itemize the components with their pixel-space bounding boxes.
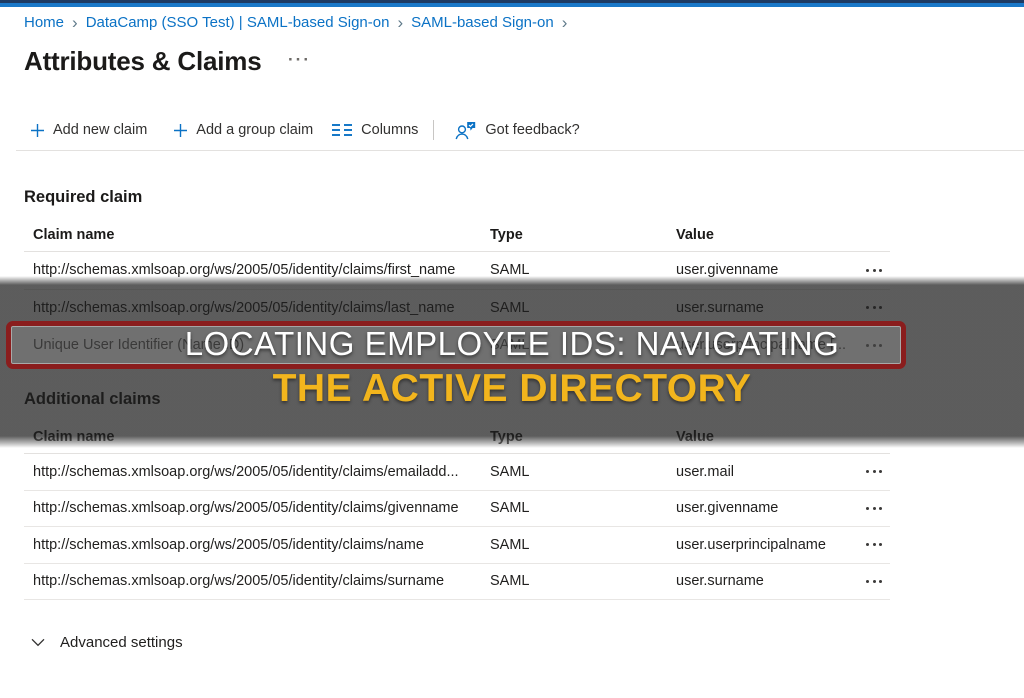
column-header-type: Type	[490, 428, 523, 445]
table-row[interactable]: http://schemas.xmlsoap.org/ws/2005/05/id…	[24, 454, 890, 491]
claim-value-cell: user.givenname	[676, 500, 779, 517]
claim-type-cell: SAML	[490, 337, 530, 354]
chevron-right-icon: ›	[72, 13, 78, 32]
got-feedback-button[interactable]: Got feedback?	[454, 121, 580, 140]
column-header-value: Value	[676, 428, 714, 445]
claim-name-cell: Unique User Identifier (Name ID)	[33, 337, 245, 354]
required-claim-heading: Required claim	[24, 188, 143, 206]
add-group-claim-button[interactable]: Add a group claim	[173, 122, 313, 138]
advanced-settings-toggle[interactable]: Advanced settings	[31, 634, 183, 651]
table-row[interactable]: http://schemas.xmlsoap.org/ws/2005/05/id…	[24, 491, 890, 527]
claim-value-cell: user.surname	[676, 299, 764, 316]
claim-value-cell: user.surname	[676, 573, 764, 590]
column-header-claim-name: Claim name	[33, 428, 115, 445]
advanced-settings-label: Advanced settings	[60, 634, 183, 651]
more-options-icon[interactable]	[858, 290, 890, 327]
claim-type-cell: SAML	[490, 262, 530, 279]
add-new-claim-label: Add new claim	[53, 122, 148, 138]
table-row[interactable]: http://schemas.xmlsoap.org/ws/2005/05/id…	[24, 252, 890, 290]
claim-type-cell: SAML	[490, 573, 530, 590]
claim-value-cell: user.userprincipalname	[676, 536, 826, 553]
attributes-claims-page: Home › DataCamp (SSO Test) | SAML-based …	[0, 0, 1024, 698]
toolbar-rule	[16, 150, 1024, 151]
add-group-claim-label: Add a group claim	[196, 122, 314, 138]
more-options-icon[interactable]	[858, 491, 890, 527]
claim-type-cell: SAML	[490, 463, 530, 480]
toolbar-divider	[433, 120, 435, 140]
claim-name-cell: http://schemas.xmlsoap.org/ws/2005/05/id…	[33, 573, 445, 590]
claim-value-cell: user.userprincipalname [...	[676, 337, 847, 354]
claim-type-cell: SAML	[490, 299, 530, 316]
table-row-unique-user-identifier[interactable]: Unique User Identifier (Name ID) SAML us…	[24, 327, 890, 365]
more-options-icon[interactable]	[858, 564, 890, 600]
table-row[interactable]: http://schemas.xmlsoap.org/ws/2005/05/id…	[24, 527, 890, 564]
claim-value-cell: user.mail	[676, 463, 735, 480]
table-row[interactable]: http://schemas.xmlsoap.org/ws/2005/05/id…	[24, 564, 890, 600]
columns-icon	[332, 123, 353, 137]
additional-claims-table: Claim name Type Value http://schemas.xml…	[24, 420, 890, 600]
claim-name-cell: http://schemas.xmlsoap.org/ws/2005/05/id…	[33, 500, 459, 517]
more-options-icon[interactable]	[858, 252, 890, 289]
claim-name-cell: http://schemas.xmlsoap.org/ws/2005/05/id…	[33, 463, 459, 480]
claim-type-cell: SAML	[490, 500, 530, 517]
table-header-row: Claim name Type Value	[24, 218, 890, 252]
chevron-right-icon: ›	[397, 13, 404, 32]
breadcrumb-saml-link[interactable]: SAML-based Sign-on	[411, 14, 554, 31]
columns-label: Columns	[361, 122, 419, 138]
column-header-claim-name: Claim name	[33, 226, 115, 243]
plus-icon	[30, 123, 45, 138]
more-options-icon[interactable]	[858, 527, 890, 563]
got-feedback-label: Got feedback?	[485, 122, 580, 138]
column-header-value: Value	[676, 226, 714, 243]
columns-button[interactable]: Columns	[332, 122, 418, 138]
toolbar: Add new claim Add a group claim Columns …	[30, 114, 580, 146]
claim-name-cell: http://schemas.xmlsoap.org/ws/2005/05/id…	[33, 262, 456, 279]
required-claims-table: Claim name Type Value http://schemas.xml…	[24, 218, 890, 365]
more-options-icon[interactable]	[858, 327, 890, 364]
add-new-claim-button[interactable]: Add new claim	[30, 122, 147, 138]
plus-icon	[173, 123, 188, 138]
chevron-down-icon	[31, 634, 45, 651]
page-title: Attributes & Claims	[24, 46, 262, 76]
chevron-right-icon: ›	[561, 13, 568, 32]
table-header-row: Claim name Type Value	[24, 420, 890, 454]
top-accent-bar	[0, 0, 1024, 7]
breadcrumb-app-link[interactable]: DataCamp (SSO Test) | SAML-based Sign-on	[86, 14, 390, 31]
claim-type-cell: SAML	[490, 536, 530, 553]
claim-value-cell: user.givenname	[676, 262, 779, 279]
breadcrumb: Home › DataCamp (SSO Test) | SAML-based …	[24, 14, 575, 31]
more-options-icon[interactable]	[858, 454, 890, 490]
breadcrumb-home-link[interactable]: Home	[24, 14, 64, 31]
claim-name-cell: http://schemas.xmlsoap.org/ws/2005/05/id…	[33, 536, 424, 553]
claim-name-cell: http://schemas.xmlsoap.org/ws/2005/05/id…	[33, 299, 455, 316]
title-more-options-icon[interactable]: ···	[288, 50, 311, 70]
feedback-icon	[454, 121, 477, 140]
column-header-type: Type	[490, 226, 523, 243]
table-row[interactable]: http://schemas.xmlsoap.org/ws/2005/05/id…	[24, 290, 890, 327]
additional-claims-heading: Additional claims	[24, 390, 161, 408]
